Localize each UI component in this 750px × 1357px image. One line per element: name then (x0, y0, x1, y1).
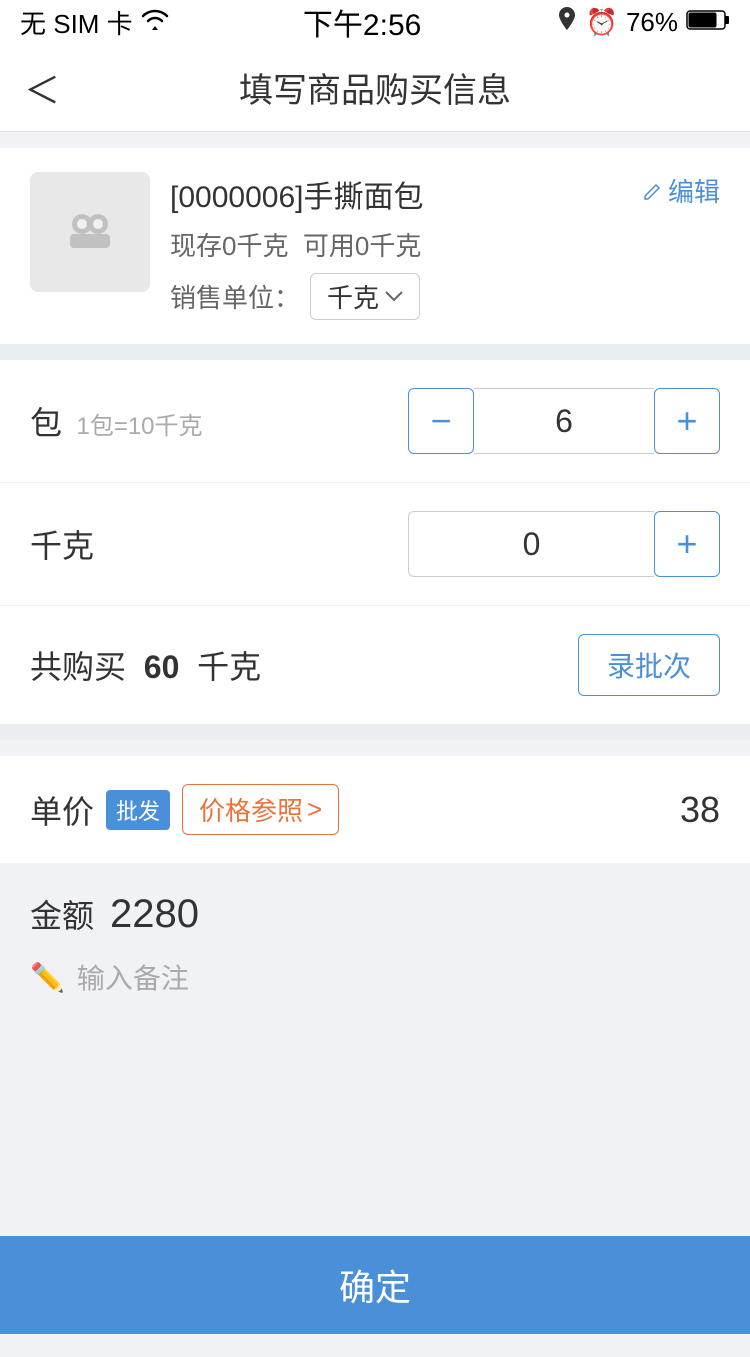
price-left: 单价 批发 价格参照 > (30, 784, 339, 835)
battery-icon (686, 7, 730, 38)
edit-button[interactable]: 编辑 (642, 172, 720, 209)
nav-bar: ＜ 填写商品购买信息 (0, 44, 750, 132)
product-card: [0000006]手撕面包 编辑 现存0千克 可用0千克 销售单位： 千克 (0, 148, 750, 344)
pack-quantity-control: − + (408, 388, 720, 454)
kg-quantity-row: 千克 + (0, 483, 750, 606)
amount-value: 2280 (110, 892, 199, 937)
note-placeholder: 输入备注 (77, 957, 189, 997)
carrier-text: 无 SIM 卡 (20, 4, 133, 41)
divider-1 (0, 344, 750, 360)
total-label: 共购买 60 千克 (30, 642, 261, 688)
kg-label: 千克 (30, 528, 94, 564)
unit-select[interactable]: 千克 (310, 273, 420, 320)
pack-label-group: 包 1包=10千克 (30, 398, 203, 444)
divider-2 (0, 724, 750, 740)
note-row[interactable]: ✏️ 输入备注 (30, 957, 720, 1017)
status-carrier: 无 SIM 卡 (20, 4, 169, 41)
price-section: 单价 批发 价格参照 > 38 (0, 756, 750, 863)
batch-button[interactable]: 录批次 (578, 634, 720, 696)
pack-hint: 1包=10千克 (76, 413, 202, 440)
back-button[interactable]: ＜ (24, 62, 60, 114)
pack-minus-button[interactable]: − (408, 388, 474, 454)
product-stock: 现存0千克 可用0千克 (170, 226, 720, 263)
price-value: 38 (680, 789, 720, 831)
location-icon (556, 6, 578, 39)
battery-text: 76% (626, 7, 678, 38)
status-time: 下午2:56 (303, 0, 421, 44)
price-badge: 批发 (106, 790, 170, 830)
confirm-button[interactable]: 确定 (0, 1236, 750, 1334)
pack-quantity-input[interactable] (474, 388, 654, 454)
status-bar: 无 SIM 卡 下午2:56 ⏰ 76% (0, 0, 750, 44)
status-indicators: ⏰ 76% (556, 6, 730, 39)
price-row: 单价 批发 价格参照 > 38 (30, 784, 720, 835)
product-info: [0000006]手撕面包 编辑 现存0千克 可用0千克 销售单位： 千克 (170, 172, 720, 320)
pack-label: 包 (30, 405, 62, 441)
product-unit-row: 销售单位： 千克 (170, 273, 720, 320)
kg-quantity-control: + (408, 511, 720, 577)
product-image (30, 172, 150, 292)
kg-plus-button[interactable]: + (654, 511, 720, 577)
note-icon: ✏️ (30, 961, 65, 994)
total-row: 共购买 60 千克 录批次 (0, 606, 750, 724)
product-name: [0000006]手撕面包 (170, 172, 423, 216)
page-title: 填写商品购买信息 (239, 63, 511, 112)
kg-label-group: 千克 (30, 521, 94, 567)
wifi-icon (141, 7, 169, 38)
product-name-row: [0000006]手撕面包 编辑 (170, 172, 720, 216)
price-label: 单价 (30, 787, 94, 833)
pack-quantity-row: 包 1包=10千克 − + (0, 360, 750, 483)
amount-label: 金额 (30, 891, 94, 937)
price-ref-button[interactable]: 价格参照 > (182, 784, 339, 835)
amount-row: 金额 2280 (30, 891, 720, 957)
pack-plus-button[interactable]: + (654, 388, 720, 454)
amount-section: 金额 2280 ✏️ 输入备注 (0, 863, 750, 1017)
kg-quantity-input[interactable] (408, 511, 654, 577)
alarm-icon: ⏰ (586, 7, 618, 38)
